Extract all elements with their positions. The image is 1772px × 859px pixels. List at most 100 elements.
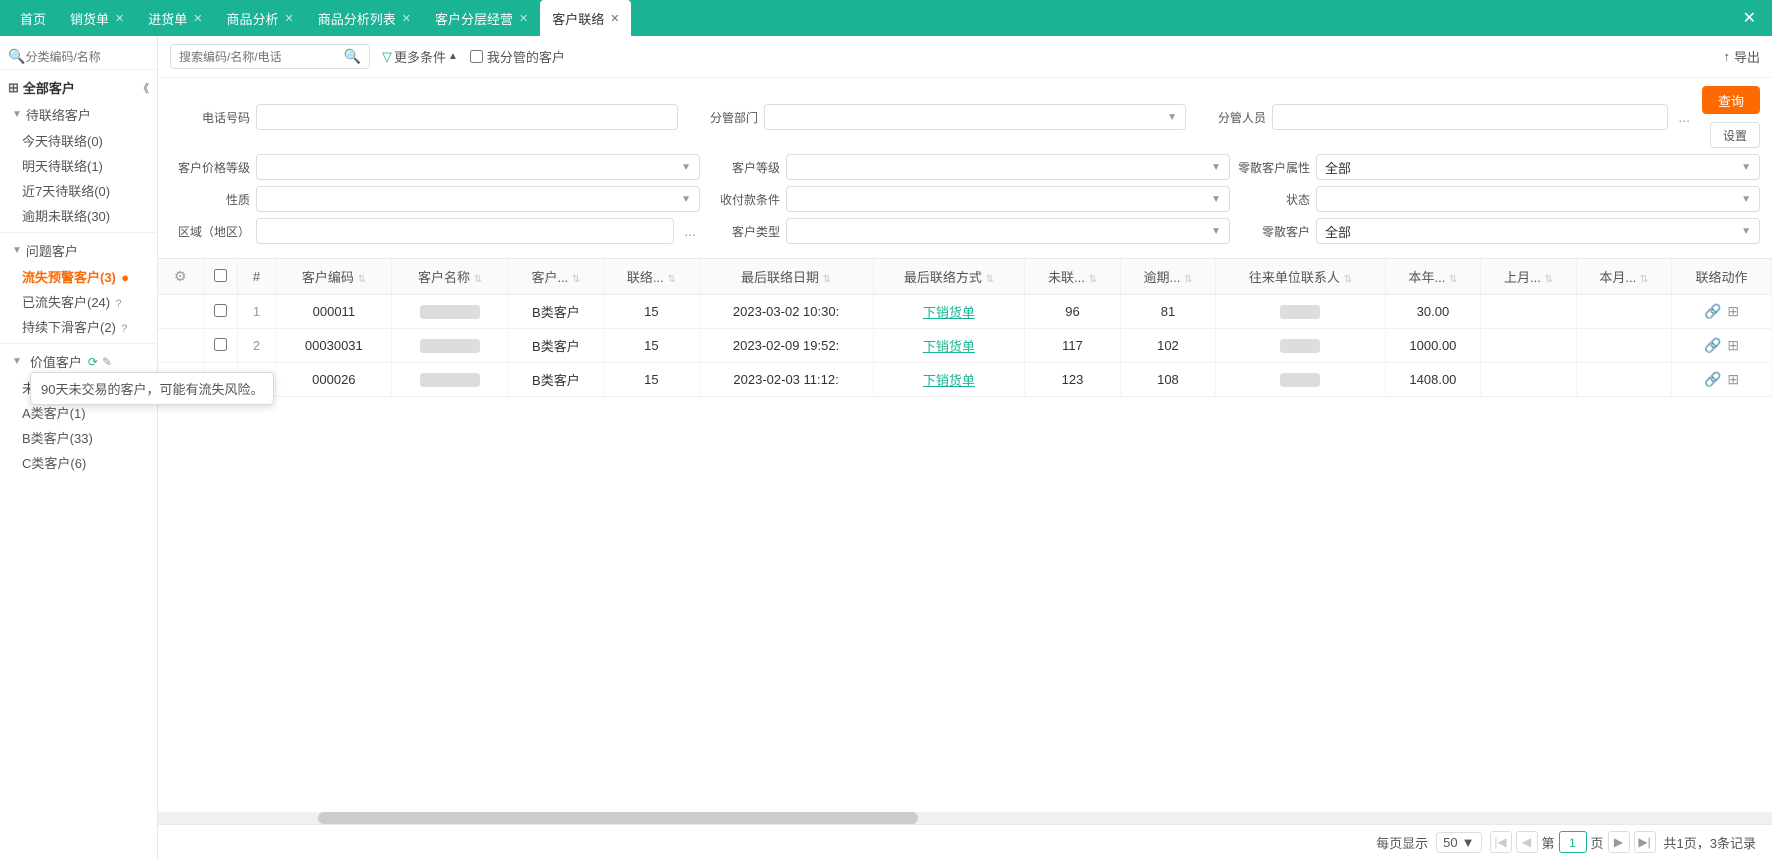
col-gear[interactable]: ⚙ xyxy=(158,259,203,295)
col-last-method[interactable]: 最后联络方式 ⇅ xyxy=(873,259,1025,295)
col-contact[interactable]: 联络... ⇅ xyxy=(604,259,699,295)
tab-customer-tier-close[interactable]: ✕ xyxy=(519,12,528,25)
filter-more-conditions[interactable]: ▽ 更多条件 ▲ xyxy=(382,47,458,66)
row-action-link-icon[interactable]: 🔗 xyxy=(1704,371,1721,388)
sidebar-all-customers[interactable]: ⊞ 全部客户 《 xyxy=(0,74,157,101)
phone-input[interactable] xyxy=(256,104,678,130)
row-this-year: 30.00 xyxy=(1385,295,1480,329)
tab-purchase-close[interactable]: ✕ xyxy=(193,12,202,25)
tab-purchase[interactable]: 进货单 ✕ xyxy=(136,0,214,36)
col-this-month[interactable]: 本月... ⇅ xyxy=(1576,259,1671,295)
sidebar-item-declining[interactable]: 持续下滑客户(2) ? xyxy=(0,314,157,339)
query-button[interactable]: 查询 xyxy=(1702,86,1760,114)
row-last-method[interactable]: 下销货单 xyxy=(873,329,1025,363)
my-customers-filter[interactable]: 我分管的客户 xyxy=(470,47,565,66)
last-page-btn[interactable]: ▶| xyxy=(1634,831,1656,853)
manager-dots-icon[interactable]: ... xyxy=(1674,109,1694,125)
filter-search-input[interactable] xyxy=(179,50,344,64)
overdue-sort-icon: ⇅ xyxy=(1184,274,1192,285)
tab-customer-contact[interactable]: 客户联络 ✕ xyxy=(540,0,631,36)
row-overdue: 102 xyxy=(1120,329,1215,363)
export-button[interactable]: ↑ 导出 xyxy=(1723,47,1760,66)
col-no-contact[interactable]: 未联... ⇅ xyxy=(1025,259,1120,295)
col-this-year[interactable]: 本年... ⇅ xyxy=(1385,259,1480,295)
payment-select[interactable]: ▼ xyxy=(786,186,1230,212)
sidebar-item-week[interactable]: 近7天待联络(0) xyxy=(0,178,157,203)
sidebar-item-b-class[interactable]: B类客户(33) xyxy=(0,425,157,450)
select-all-checkbox[interactable] xyxy=(214,269,227,282)
first-page-btn[interactable]: |◀ xyxy=(1490,831,1512,853)
row-action-grid-icon[interactable]: ⊞ xyxy=(1727,371,1739,388)
region-select[interactable] xyxy=(256,218,674,244)
sidebar-risk-group[interactable]: ▼ 问题客户 xyxy=(0,237,157,264)
col-name[interactable]: 客户名称 ⇅ xyxy=(392,259,508,295)
customer-level-label: 客户等级 xyxy=(700,159,780,176)
value-refresh-icon[interactable]: ⟳ xyxy=(88,355,98,369)
tab-analysis-close[interactable]: ✕ xyxy=(285,12,294,25)
settings-button[interactable]: 设置 xyxy=(1710,122,1760,148)
tab-customer-tier[interactable]: 客户分层经营 ✕ xyxy=(423,0,540,36)
customer-level-select[interactable]: ▼ xyxy=(786,154,1230,180)
row-action-grid-icon[interactable]: ⊞ xyxy=(1727,303,1739,320)
sidebar-item-today-label: 今天待联络(0) xyxy=(22,134,103,149)
page-size-select[interactable]: 50 ▼ xyxy=(1436,832,1481,853)
row-action-link-icon[interactable]: 🔗 xyxy=(1704,337,1721,354)
col-type[interactable]: 客户... ⇅ xyxy=(508,259,603,295)
tab-sales[interactable]: 销货单 ✕ xyxy=(58,0,136,36)
sidebar-search-input[interactable] xyxy=(25,50,149,64)
horizontal-scrollbar[interactable] xyxy=(158,812,1772,824)
sidebar-collapse-icon[interactable]: 《 xyxy=(138,80,149,96)
row-last-month xyxy=(1481,329,1576,363)
page-size-value: 50 xyxy=(1443,835,1457,850)
row-action: 🔗 ⊞ xyxy=(1672,295,1772,329)
retail-attr-select[interactable]: 全部 ▼ xyxy=(1316,154,1760,180)
filter-customer-level: 客户等级 ▼ xyxy=(700,154,1230,180)
next-page-btn[interactable]: ▶ xyxy=(1608,831,1630,853)
region-dots-icon[interactable]: ... xyxy=(680,223,700,239)
row-last-method[interactable]: 下销货单 xyxy=(873,363,1025,397)
dept-select[interactable]: ▼ xyxy=(764,104,1186,130)
customer-type-select[interactable]: ▼ xyxy=(786,218,1230,244)
sidebar-item-churn-warning[interactable]: 流失预警客户(3) ● xyxy=(0,264,157,289)
sidebar-pending-group[interactable]: ▼ 待联络客户 xyxy=(0,101,157,128)
tab-analysis[interactable]: 商品分析 ✕ xyxy=(214,0,305,36)
sidebar-value-group[interactable]: ▼ 价值客户 ⟳ ✎ xyxy=(0,348,157,375)
row-last-method[interactable]: 下销货单 xyxy=(873,295,1025,329)
gender-select[interactable]: ▼ xyxy=(256,186,700,212)
tab-customer-contact-close[interactable]: ✕ xyxy=(610,12,619,25)
row-action-grid-icon[interactable]: ⊞ xyxy=(1727,337,1739,354)
col-last-date[interactable]: 最后联络日期 ⇅ xyxy=(699,259,873,295)
row-checkbox[interactable] xyxy=(214,338,227,351)
tab-analysis-list[interactable]: 商品分析列表 ✕ xyxy=(306,0,423,36)
price-level-select[interactable]: ▼ xyxy=(256,154,700,180)
retail-customer-select[interactable]: 全部 ▼ xyxy=(1316,218,1760,244)
sidebar-item-overdue[interactable]: 逾期未联络(30) xyxy=(0,203,157,228)
sidebar-item-tomorrow[interactable]: 明天待联络(1) xyxy=(0,153,157,178)
status-select[interactable]: ▼ xyxy=(1316,186,1760,212)
settings-gear-icon[interactable]: ⚙ xyxy=(174,268,187,284)
col-last-month[interactable]: 上月... ⇅ xyxy=(1481,259,1576,295)
row-checkbox[interactable] xyxy=(214,304,227,317)
row-action-link-icon[interactable]: 🔗 xyxy=(1704,303,1721,320)
sidebar-item-c-class[interactable]: C类客户(6) xyxy=(0,450,157,475)
scroll-thumb[interactable] xyxy=(318,812,918,824)
tab-bar-close-btn[interactable]: ✕ xyxy=(1735,8,1764,28)
value-edit-icon[interactable]: ✎ xyxy=(102,355,112,369)
col-company-contact-label: 往来单位联系人 xyxy=(1249,270,1340,285)
manager-select[interactable] xyxy=(1272,104,1668,130)
filter-search-icon[interactable]: 🔍 xyxy=(344,48,361,65)
tab-home[interactable]: 首页 xyxy=(8,0,58,36)
declining-help-icon[interactable]: ? xyxy=(121,323,127,335)
col-overdue[interactable]: 逾期... ⇅ xyxy=(1120,259,1215,295)
tab-sales-close[interactable]: ✕ xyxy=(115,12,124,25)
my-customers-checkbox[interactable] xyxy=(470,50,483,63)
sidebar-item-today[interactable]: 今天待联络(0) xyxy=(0,128,157,153)
sidebar-item-churned[interactable]: 已流失客户(24) ? xyxy=(0,289,157,314)
tab-analysis-list-close[interactable]: ✕ xyxy=(402,12,411,25)
prev-page-btn[interactable]: ◀ xyxy=(1516,831,1538,853)
filter-retail-customer: 零散客户 全部 ▼ xyxy=(1230,218,1760,244)
col-company-contact[interactable]: 往来单位联系人 ⇅ xyxy=(1216,259,1386,295)
col-code[interactable]: 客户编码 ⇅ xyxy=(276,259,392,295)
churned-help-icon[interactable]: ? xyxy=(115,298,121,310)
row-code: 000026 xyxy=(276,363,392,397)
